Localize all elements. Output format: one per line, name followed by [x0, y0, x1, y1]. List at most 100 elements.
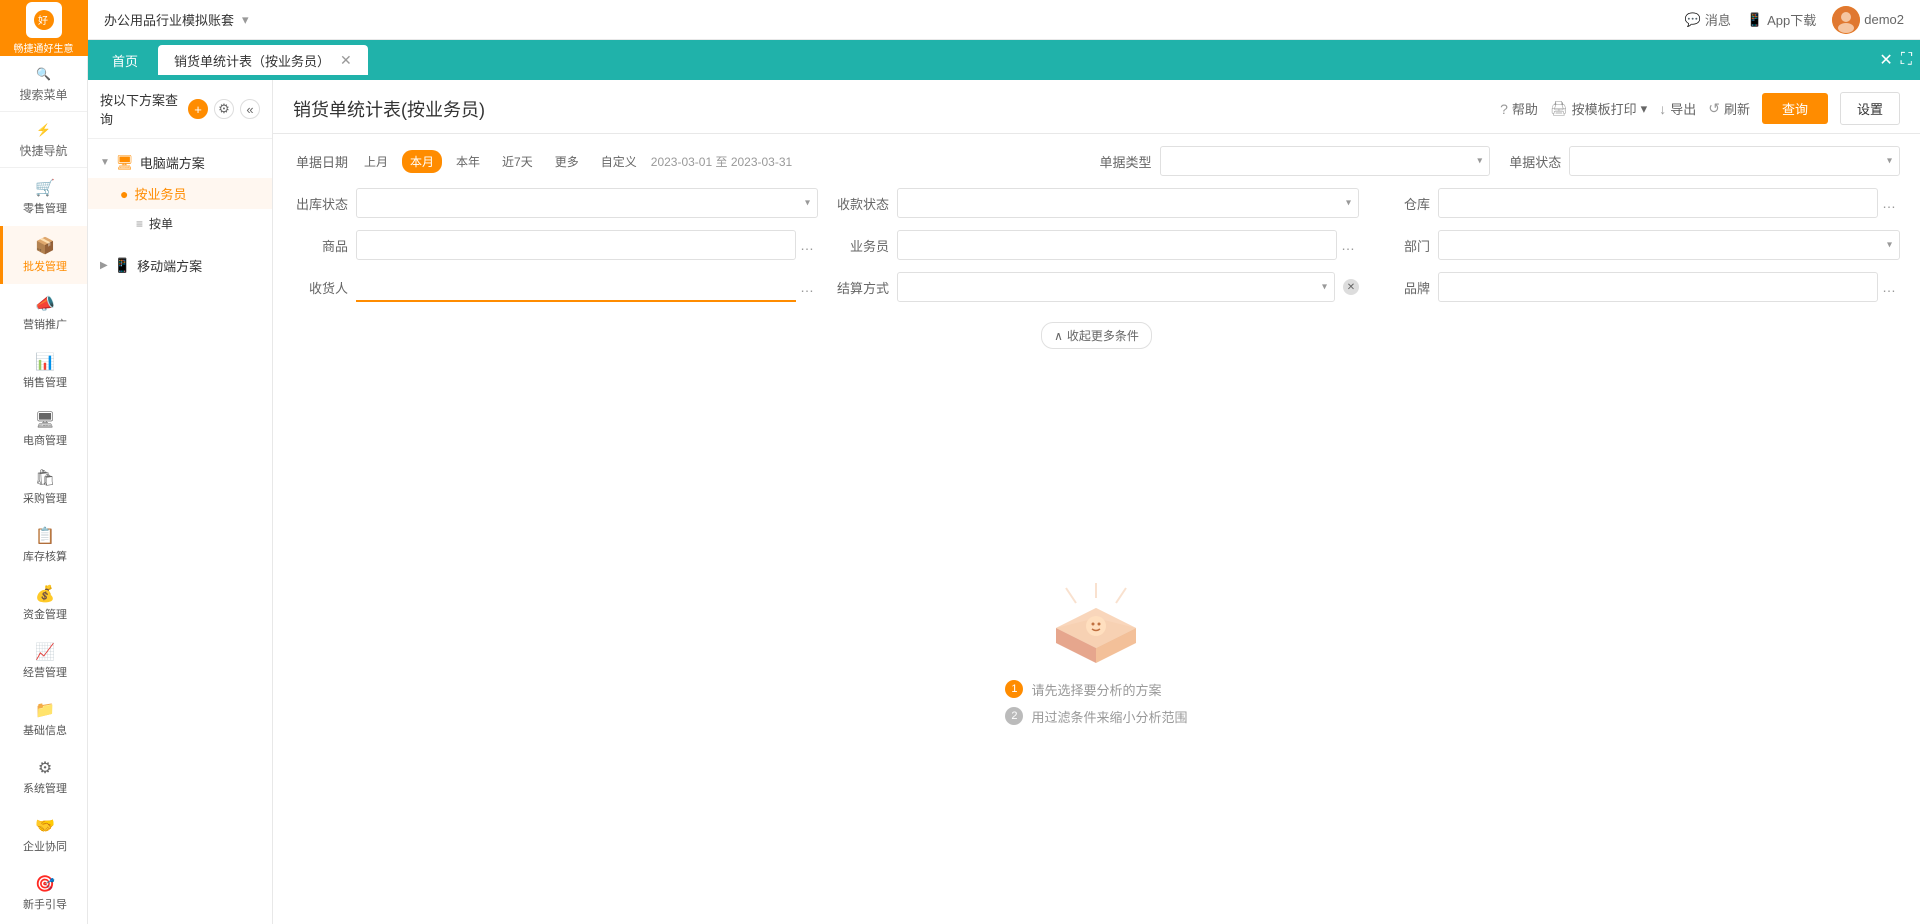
purchase-icon: 🛍 [35, 468, 55, 488]
collapse-panel-btn[interactable]: « [240, 99, 260, 119]
receiver-dots[interactable]: … [796, 279, 818, 295]
sidebar-item-marketing[interactable]: 📣 营销推广 [0, 284, 87, 342]
date-7days[interactable]: 近7天 [494, 150, 541, 173]
sidebar-item-sales[interactable]: 📊 销售管理 [0, 342, 87, 400]
user-menu[interactable]: demo2 [1832, 6, 1904, 34]
bill-status-dropdown[interactable]: ▾ [1569, 146, 1900, 176]
tree-item-by-order[interactable]: ≡ 按单 [88, 209, 272, 238]
bill-type-input[interactable] [1160, 146, 1491, 176]
add-scheme-btn[interactable]: + [188, 99, 208, 119]
salesman-control: … [897, 230, 1359, 260]
salesman-dots[interactable]: … [1337, 237, 1359, 253]
filter-department: 部门 ▾ [1375, 230, 1900, 260]
filter-warehouse: 仓库 … [1375, 188, 1900, 218]
settlement-label: 结算方式 [834, 278, 889, 297]
message-btn[interactable]: 💬 消息 [1685, 10, 1731, 29]
settlement-clear-btn[interactable]: ✕ [1343, 279, 1359, 295]
message-icon: 💬 [1685, 12, 1701, 28]
department-dropdown[interactable]: ▾ [1438, 230, 1900, 260]
tree-item-by-salesman[interactable]: ● 按业务员 [88, 178, 272, 209]
help-btn[interactable]: ? 帮助 [1500, 99, 1538, 118]
filter-brand: 品牌 … [1375, 272, 1900, 302]
tab-close-btn[interactable]: ✕ [340, 52, 352, 69]
collapse-more-btn[interactable]: ∧ 收起更多条件 [1041, 322, 1152, 349]
print-dropdown-arrow: ▾ [1641, 101, 1648, 117]
filter-payment-status: 收款状态 ▾ [834, 188, 1359, 218]
inventory-icon: 📋 [35, 526, 55, 546]
finance-icon: 💰 [35, 584, 55, 604]
sidebar-item-ecommerce[interactable]: 🖥 电商管理 [0, 400, 87, 458]
export-btn[interactable]: ↓ 导出 [1659, 99, 1696, 118]
sidebar-item-cooperation[interactable]: 🤝 企业协同 [0, 806, 87, 864]
sidebar-item-wholesale[interactable]: 📦 批发管理 [0, 226, 87, 284]
goods-dots[interactable]: … [796, 237, 818, 253]
app-download-btn[interactable]: 📱 App下载 [1747, 10, 1816, 29]
operations-icon: 📈 [35, 642, 55, 662]
wholesale-icon: 📦 [35, 236, 55, 256]
marketing-icon: 📣 [35, 294, 55, 314]
bill-status-input[interactable] [1569, 146, 1900, 176]
out-status-input[interactable] [356, 188, 818, 218]
salesman-input[interactable] [897, 230, 1337, 260]
filter-row-1: 单据日期 上月 本月 本年 近7天 更多 自定义 2023-03-01 至 20… [293, 146, 1900, 176]
topbar-left: 办公用品行业模拟账套 ▾ [104, 10, 249, 29]
search-menu-item[interactable]: 🔍 搜索菜单 [0, 56, 87, 112]
sales-icon: 📊 [35, 352, 55, 372]
order-icon: ≡ [136, 217, 143, 231]
download-icon: 📱 [1747, 12, 1763, 28]
refresh-btn[interactable]: ↺ 刷新 [1708, 99, 1750, 118]
filter-row-2: 出库状态 ▾ 收款状态 ▾ 仓库 [293, 188, 1900, 218]
tree-collapse-arrow: ▶ [100, 260, 108, 271]
content-area: 按以下方案查询 + ⚙ « ▼ 🖥 电脑端方案 ● 按业务员 [88, 80, 1920, 924]
goods-input[interactable] [356, 230, 796, 260]
filter-area: 单据日期 上月 本月 本年 近7天 更多 自定义 2023-03-01 至 20… [273, 134, 1920, 369]
settlement-input[interactable] [897, 272, 1335, 302]
empty-illustration [1036, 568, 1156, 668]
query-btn[interactable]: 查询 [1762, 93, 1828, 124]
receiver-input[interactable] [356, 272, 796, 302]
tree-desktop-header[interactable]: ▼ 🖥 电脑端方案 [88, 147, 272, 178]
settings-btn[interactable]: 设置 [1840, 92, 1900, 125]
sidebar-item-basic-info[interactable]: 📁 基础信息 [0, 690, 87, 748]
date-last-month[interactable]: 上月 [356, 150, 396, 173]
page-actions: ? 帮助 🖨 按模板打印 ▾ ↓ 导出 ↺ [1500, 92, 1900, 125]
topbar-dropdown-arrow[interactable]: ▾ [242, 12, 249, 28]
brand-dots[interactable]: … [1878, 279, 1900, 295]
date-this-month[interactable]: 本月 [402, 150, 442, 173]
bill-type-dropdown[interactable]: ▾ [1160, 146, 1491, 176]
filter-salesman: 业务员 … [834, 230, 1359, 260]
sidebar-item-purchase[interactable]: 🛍 采购管理 [0, 458, 87, 516]
tab-sales-report[interactable]: 销货单统计表（按业务员） ✕ [158, 45, 368, 75]
warehouse-dots[interactable]: … [1878, 195, 1900, 211]
receiver-control: … [356, 272, 818, 302]
date-custom[interactable]: 自定义 [593, 150, 645, 173]
salesman-icon: ● [120, 186, 128, 202]
date-this-year[interactable]: 本年 [448, 150, 488, 173]
tab-home[interactable]: 首页 [96, 45, 154, 75]
sidebar-item-guide[interactable]: 🎯 新手引导 [0, 864, 87, 922]
payment-status-dropdown[interactable]: ▾ [897, 188, 1359, 218]
maximize-btn[interactable]: ⛶ [1901, 50, 1912, 70]
sidebar-item-finance[interactable]: 💰 资金管理 [0, 574, 87, 632]
tree-mobile-header[interactable]: ▶ 📱 移动端方案 [88, 250, 272, 281]
date-more[interactable]: 更多 [547, 150, 587, 173]
payment-status-input[interactable] [897, 188, 1359, 218]
settlement-dropdown[interactable]: ▾ [897, 272, 1335, 302]
sidebar-item-inventory[interactable]: 📋 库存核算 [0, 516, 87, 574]
department-input[interactable] [1438, 230, 1900, 260]
out-status-dropdown[interactable]: ▾ [356, 188, 818, 218]
settings-scheme-btn[interactable]: ⚙ [214, 99, 234, 119]
retail-icon: 🛒 [35, 178, 55, 198]
quick-nav-item[interactable]: ⚡ 快捷导航 [0, 112, 87, 168]
brand-input[interactable] [1438, 272, 1878, 302]
sidebar-item-system[interactable]: ⚙ 系统管理 [0, 748, 87, 806]
goods-label: 商品 [293, 236, 348, 255]
sidebar-item-retail[interactable]: 🛒 零售管理 [0, 168, 87, 226]
left-panel-title: 按以下方案查询 [100, 90, 188, 128]
sidebar-item-operations[interactable]: 📈 经营管理 [0, 632, 87, 690]
date-control: 上月 本月 本年 近7天 更多 自定义 2023-03-01 至 2023-03… [356, 150, 1081, 173]
cooperation-icon: 🤝 [35, 816, 55, 836]
warehouse-input[interactable] [1438, 188, 1878, 218]
close-window-btn[interactable]: ✕ [1879, 50, 1892, 70]
print-btn[interactable]: 🖨 按模板打印 ▾ [1550, 99, 1647, 118]
